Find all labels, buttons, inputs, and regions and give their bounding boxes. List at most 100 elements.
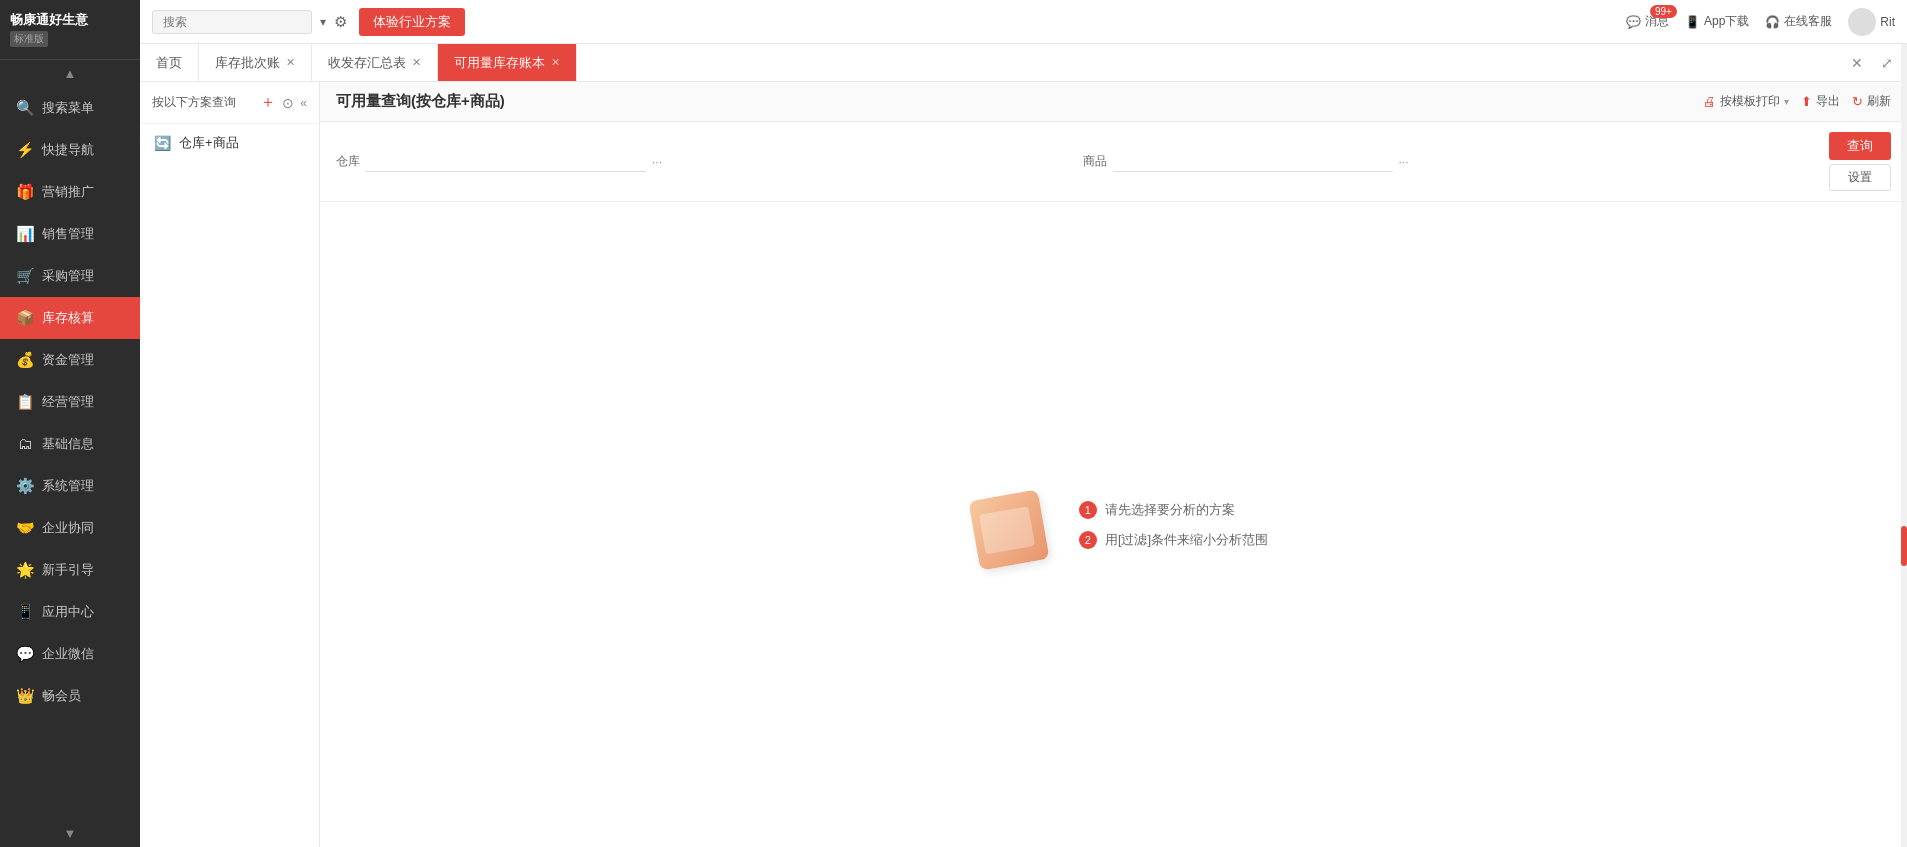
message-icon: 💬: [1626, 15, 1641, 29]
sidebar-item-sales[interactable]: 📊 销售管理: [0, 213, 140, 255]
sidebar-item-member[interactable]: 👑 畅会员: [0, 675, 140, 717]
brand-version: 标准版: [10, 31, 48, 47]
empty-box-face: [979, 506, 1035, 554]
sidebar-item-inventory[interactable]: 📦 库存核算: [0, 297, 140, 339]
user-profile[interactable]: Rit: [1848, 8, 1895, 36]
sidebar-item-operation[interactable]: 📋 经营管理: [0, 381, 140, 423]
sidebar-item-quick-nav[interactable]: ⚡ 快捷导航: [0, 129, 140, 171]
sidebar-item-label: 基础信息: [42, 435, 94, 453]
warehouse-filter-input[interactable]: [366, 151, 646, 172]
empty-state: 1 请先选择要分析的方案 2 用[过滤]条件来缩小分析范围: [320, 202, 1907, 847]
sidebar-item-label: 经营管理: [42, 393, 94, 411]
guide-icon: 🌟: [16, 561, 34, 579]
scheme-warehouse-goods[interactable]: 🔄 仓库+商品: [140, 124, 319, 162]
sidebar-item-system[interactable]: ⚙️ 系统管理: [0, 465, 140, 507]
search-input[interactable]: [152, 10, 312, 34]
warehouse-filter-more[interactable]: ···: [652, 155, 662, 169]
left-panel-header: 按以下方案查询 ＋ ⊙ «: [140, 82, 319, 124]
refresh-button[interactable]: ↻ 刷新: [1852, 93, 1891, 110]
quick-nav-icon: ⚡: [16, 141, 34, 159]
refresh-label: 刷新: [1867, 93, 1891, 110]
inventory-icon: 📦: [16, 309, 34, 327]
sidebar-item-apps[interactable]: 📱 应用中心: [0, 591, 140, 633]
finance-icon: 💰: [16, 351, 34, 369]
right-content: 可用量查询(按仓库+商品) 🖨 按模板打印 ▾ ⬆ 导出 ↻ 刷新: [320, 82, 1907, 847]
sidebar-item-guide[interactable]: 🌟 新手引导: [0, 549, 140, 591]
tab-receipt-summary[interactable]: 收发存汇总表 ✕: [312, 44, 438, 82]
trial-industry-button[interactable]: 体验行业方案: [359, 8, 465, 36]
sidebar-item-basic[interactable]: 🗂 基础信息: [0, 423, 140, 465]
avatar: [1848, 8, 1876, 36]
warehouse-filter-group: 仓库 ···: [336, 151, 1071, 172]
tab-batch-ledger[interactable]: 库存批次账 ✕: [199, 44, 312, 82]
basic-icon: 🗂: [16, 435, 34, 452]
tab-available-ledger[interactable]: 可用量库存账本 ✕: [438, 44, 577, 82]
tab-batch-ledger-close[interactable]: ✕: [286, 56, 295, 69]
search-icon: 🔍: [16, 99, 34, 117]
sidebar-item-label: 企业协同: [42, 519, 94, 537]
print-icon: 🖨: [1703, 94, 1716, 109]
goods-filter-input[interactable]: [1113, 151, 1393, 172]
operation-icon: 📋: [16, 393, 34, 411]
empty-illustration: [959, 475, 1059, 575]
add-scheme-button[interactable]: ＋: [260, 92, 276, 113]
tab-close-button[interactable]: ✕: [1845, 51, 1869, 75]
print-template-label: 按模板打印: [1720, 93, 1780, 110]
tab-maximize-button[interactable]: ⤢: [1875, 51, 1899, 75]
content-area: 按以下方案查询 ＋ ⊙ « 🔄 仓库+商品 可用量查询(按仓库+商品): [140, 82, 1907, 847]
collapse-panel-icon[interactable]: «: [300, 96, 307, 110]
sidebar-item-label: 企业微信: [42, 645, 94, 663]
right-scrollbar[interactable]: [1901, 44, 1907, 847]
empty-hint-2-text: 用[过滤]条件来缩小分析范围: [1105, 531, 1268, 549]
scheme-settings-icon[interactable]: ⊙: [282, 95, 294, 111]
scheme-icon: 🔄: [154, 135, 171, 151]
empty-hint-2-num: 2: [1079, 531, 1097, 549]
system-icon: ⚙️: [16, 477, 34, 495]
online-service-button[interactable]: 🎧 在线客服: [1765, 13, 1832, 30]
app-download-button[interactable]: 📱 App下载: [1685, 13, 1749, 30]
sidebar-item-label: 应用中心: [42, 603, 94, 621]
tab-receipt-summary-close[interactable]: ✕: [412, 56, 421, 69]
apps-icon: 📱: [16, 603, 34, 621]
message-button[interactable]: 💬 消息 99+: [1626, 13, 1669, 30]
empty-hint-1-num: 1: [1079, 501, 1097, 519]
message-badge: 99+: [1650, 5, 1677, 18]
sidebar-item-marketing[interactable]: 🎁 营销推广: [0, 171, 140, 213]
settings-icon[interactable]: ⚙: [334, 13, 347, 31]
export-button[interactable]: ⬆ 导出: [1801, 93, 1840, 110]
sidebar-scroll-up[interactable]: ▲: [0, 60, 140, 87]
query-button[interactable]: 查询: [1829, 132, 1891, 160]
scheme-label: 仓库+商品: [179, 134, 239, 152]
online-service-icon: 🎧: [1765, 15, 1780, 29]
topbar: ▾ ⚙ 体验行业方案 💬 消息 99+ 📱 App下载 🎧 在线客服 Rit: [140, 0, 1907, 44]
goods-filter-more[interactable]: ···: [1399, 155, 1409, 169]
brand-name: 畅康通好生意: [10, 12, 130, 29]
sidebar-item-purchase[interactable]: 🛒 采购管理: [0, 255, 140, 297]
print-dropdown-icon[interactable]: ▾: [1784, 96, 1789, 107]
tab-available-ledger-close[interactable]: ✕: [551, 56, 560, 69]
sidebar: 畅康通好生意 标准版 ▲ 🔍 搜索菜单 ⚡ 快捷导航 🎁 营销推广 📊 销售管理…: [0, 0, 140, 847]
refresh-icon: ↻: [1852, 94, 1863, 109]
tab-receipt-summary-label: 收发存汇总表: [328, 54, 406, 72]
online-service-label: 在线客服: [1784, 13, 1832, 30]
sidebar-item-finance[interactable]: 💰 资金管理: [0, 339, 140, 381]
goods-filter-label: 商品: [1083, 153, 1107, 170]
empty-hint-1-text: 请先选择要分析的方案: [1105, 501, 1235, 519]
search-dropdown-icon[interactable]: ▾: [320, 15, 326, 29]
sidebar-item-label: 系统管理: [42, 477, 94, 495]
marketing-icon: 🎁: [16, 183, 34, 201]
sidebar-item-wechat[interactable]: 💬 企业微信: [0, 633, 140, 675]
sidebar-item-search[interactable]: 🔍 搜索菜单: [0, 87, 140, 129]
sidebar-scroll-down[interactable]: ▼: [0, 820, 140, 847]
sidebar-item-label: 新手引导: [42, 561, 94, 579]
filter-bar: 仓库 ··· 商品 ··· 查询 设置: [320, 122, 1907, 202]
app-download-label: App下载: [1704, 13, 1749, 30]
tab-home[interactable]: 首页: [140, 44, 199, 82]
filter-actions: 查询 设置: [1829, 132, 1891, 191]
sidebar-item-cooperation[interactable]: 🤝 企业协同: [0, 507, 140, 549]
filter-settings-button[interactable]: 设置: [1829, 164, 1891, 191]
username: Rit: [1880, 15, 1895, 29]
tab-batch-ledger-label: 库存批次账: [215, 54, 280, 72]
print-template-button[interactable]: 🖨 按模板打印 ▾: [1703, 93, 1789, 110]
warehouse-filter-label: 仓库: [336, 153, 360, 170]
